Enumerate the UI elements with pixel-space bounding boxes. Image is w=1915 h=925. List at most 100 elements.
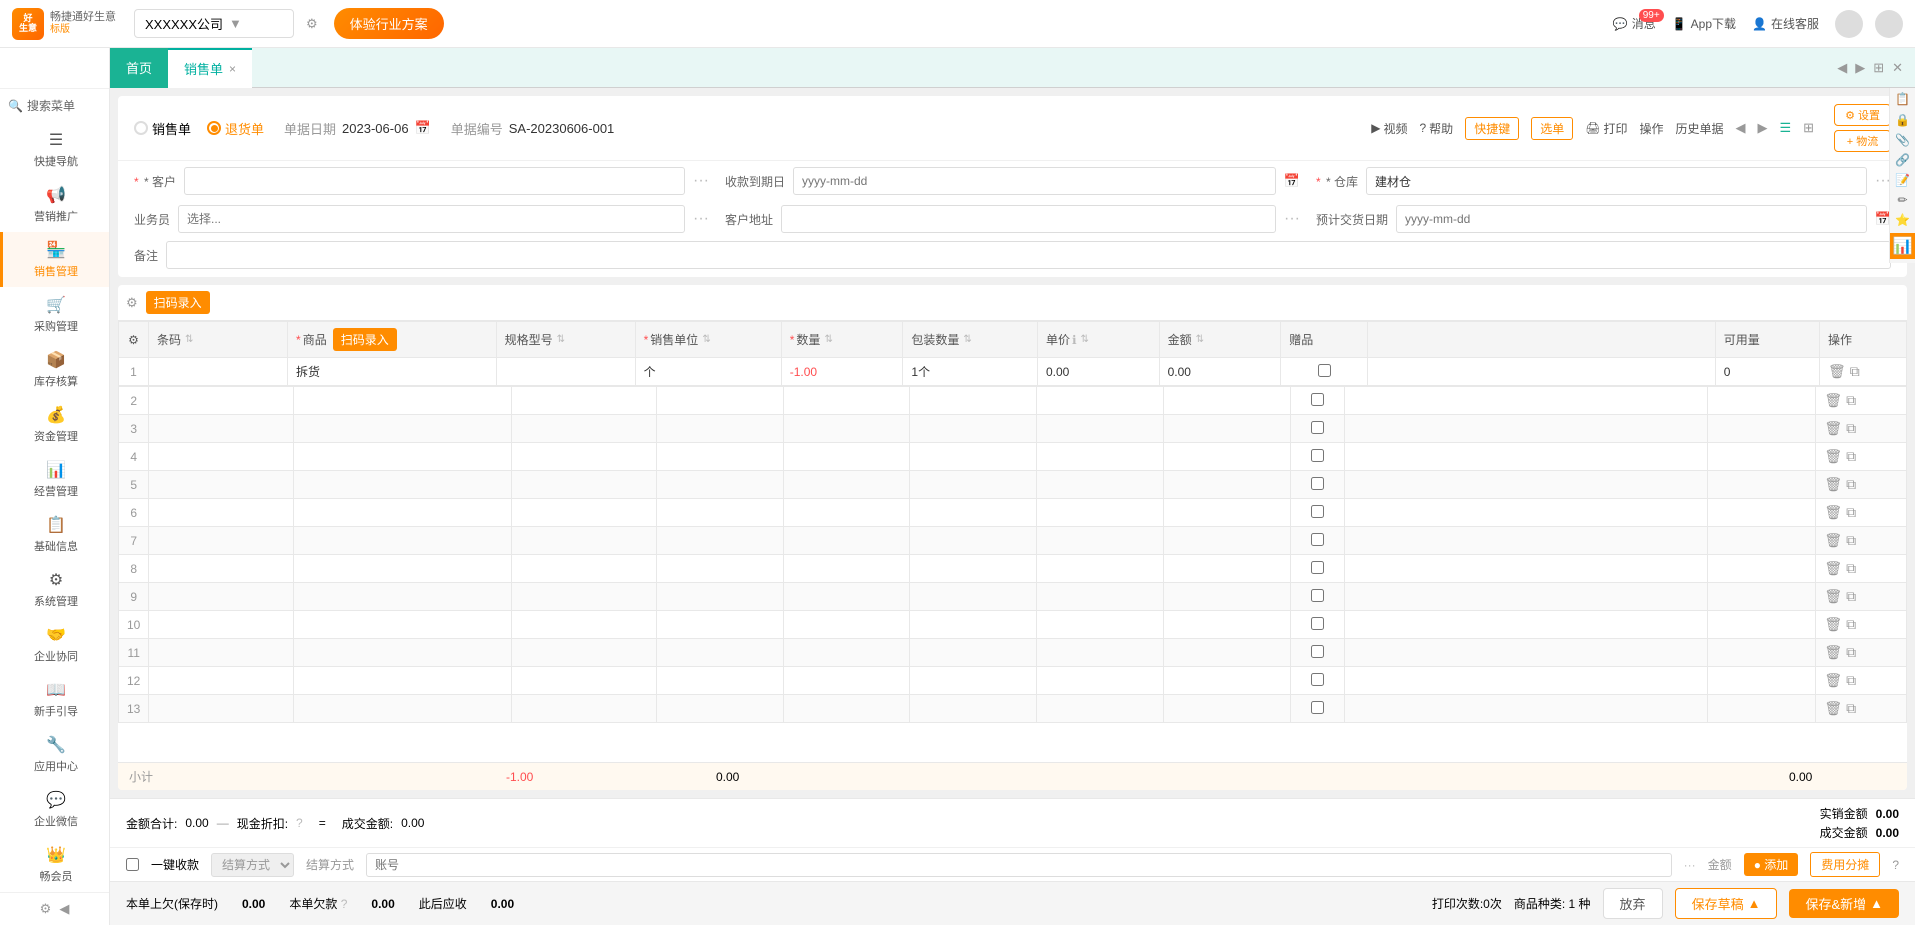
sidebar-search[interactable]: 🔍 搜索菜单 — [0, 89, 109, 122]
cell-pkg[interactable]: 1个 — [903, 358, 1038, 386]
copy-row-icon[interactable]: ⧉ — [1850, 363, 1860, 380]
table-settings-icon[interactable]: ⚙ — [126, 295, 138, 311]
cell-barcode[interactable] — [149, 695, 294, 723]
customer-address-input[interactable] — [781, 205, 1276, 233]
warehouse-input[interactable] — [1366, 167, 1867, 195]
cell-price[interactable] — [1037, 415, 1164, 443]
cell-product[interactable] — [294, 555, 511, 583]
cell-amount[interactable] — [1164, 527, 1291, 555]
cell-barcode[interactable] — [149, 415, 294, 443]
sidebar-item-quicknav[interactable]: ☰ 快捷导航 — [0, 122, 109, 177]
copy-row-icon[interactable]: ⧉ — [1846, 448, 1856, 465]
company-selector[interactable]: XXXXXX公司 ▼ — [134, 9, 294, 38]
address-more-icon[interactable]: ··· — [1284, 210, 1300, 228]
cell-price[interactable] — [1037, 527, 1164, 555]
delete-row-icon[interactable]: 🗑 — [1824, 700, 1842, 717]
sidebar-settings-icon[interactable]: ⚙ — [40, 901, 52, 917]
sidebar-item-inventory[interactable]: 📦 库存核算 — [0, 342, 109, 397]
column-settings-icon[interactable]: ⚙ — [128, 333, 139, 347]
cell-unit[interactable]: 个 — [635, 358, 781, 386]
cell-pkg[interactable] — [910, 471, 1037, 499]
cell-unit[interactable] — [656, 611, 783, 639]
cell-qty[interactable] — [783, 387, 910, 415]
cell-pkg[interactable] — [910, 499, 1037, 527]
cell-unit[interactable] — [656, 499, 783, 527]
cell-barcode[interactable] — [149, 471, 294, 499]
one-click-checkbox[interactable] — [126, 858, 139, 871]
delete-row-icon[interactable]: 🗑 — [1824, 476, 1842, 493]
sort-spec-icon[interactable]: ⇅ — [557, 334, 565, 345]
gift-checkbox[interactable] — [1311, 533, 1324, 546]
history-btn[interactable]: 历史单据 — [1675, 120, 1723, 137]
right-panel-icon-6[interactable]: ✏ — [1897, 193, 1907, 207]
cell-product[interactable] — [294, 583, 511, 611]
sort-amount-icon[interactable]: ⇅ — [1196, 334, 1204, 345]
cell-price[interactable]: 0.00 — [1037, 358, 1159, 386]
operations-btn[interactable]: 操作 — [1639, 120, 1663, 137]
discount-help-icon[interactable]: ? — [296, 816, 303, 830]
save-draft-button[interactable]: 保存草稿 ▲ — [1675, 888, 1778, 919]
sidebar-item-vip[interactable]: 👑 畅会员 — [0, 837, 109, 892]
cell-product[interactable] — [294, 639, 511, 667]
sidebar-item-operations[interactable]: 📊 经营管理 — [0, 452, 109, 507]
cell-pkg[interactable] — [910, 415, 1037, 443]
payment-due-input[interactable] — [793, 167, 1276, 195]
cell-qty[interactable] — [783, 555, 910, 583]
cell-gift[interactable] — [1290, 387, 1344, 415]
radio-sales-order[interactable]: 销售单 — [134, 119, 191, 138]
copy-row-icon[interactable]: ⧉ — [1846, 616, 1856, 633]
add-payment-button[interactable]: ● 添加 — [1744, 853, 1799, 876]
copy-row-icon[interactable]: ⧉ — [1846, 672, 1856, 689]
delete-row-icon[interactable]: 🗑 — [1824, 560, 1842, 577]
cell-amount[interactable]: 0.00 — [1159, 358, 1281, 386]
cell-amount[interactable] — [1164, 415, 1291, 443]
customer-input[interactable] — [184, 167, 685, 195]
cell-spec[interactable] — [511, 611, 656, 639]
cell-unit[interactable] — [656, 695, 783, 723]
cell-product[interactable] — [294, 471, 511, 499]
user-avatar-2[interactable] — [1875, 10, 1903, 38]
copy-row-icon[interactable]: ⧉ — [1846, 588, 1856, 605]
cell-price[interactable] — [1037, 387, 1164, 415]
cell-amount[interactable] — [1164, 443, 1291, 471]
calc-method-select[interactable]: 结算方式 — [211, 853, 294, 877]
cell-unit[interactable] — [656, 387, 783, 415]
sidebar-collapse-icon[interactable]: ◀ — [59, 901, 69, 917]
cell-pkg[interactable] — [910, 527, 1037, 555]
cell-pkg[interactable] — [910, 695, 1037, 723]
delete-row-icon[interactable]: 🗑 — [1824, 588, 1842, 605]
cell-qty[interactable] — [783, 695, 910, 723]
copy-row-icon[interactable]: ⧉ — [1846, 644, 1856, 661]
cell-product[interactable] — [294, 695, 511, 723]
cell-product[interactable] — [294, 611, 511, 639]
cell-amount[interactable] — [1164, 695, 1291, 723]
tab-next-icon[interactable]: ▶ — [1855, 60, 1865, 76]
right-panel-icon-3[interactable]: 📎 — [1895, 133, 1910, 147]
calendar-icon-payment[interactable]: 📅 — [1284, 173, 1300, 189]
right-panel-icon-4[interactable]: 🔗 — [1895, 153, 1910, 167]
copy-row-icon[interactable]: ⧉ — [1846, 532, 1856, 549]
salesperson-more-icon[interactable]: ··· — [693, 210, 709, 228]
message-icon[interactable]: 💬 消息 99+ — [1613, 15, 1656, 32]
cell-qty[interactable] — [783, 667, 910, 695]
right-panel-icon-2[interactable]: 🔒 — [1895, 113, 1910, 127]
gift-checkbox[interactable] — [1311, 421, 1324, 434]
close-all-icon[interactable]: ✕ — [1892, 60, 1903, 76]
cell-unit[interactable] — [656, 639, 783, 667]
cell-product[interactable]: 拆货 — [288, 358, 497, 386]
cell-qty[interactable] — [783, 639, 910, 667]
delete-row-icon[interactable]: 🗑 — [1824, 616, 1842, 633]
cell-barcode[interactable] — [149, 639, 294, 667]
copy-row-icon[interactable]: ⧉ — [1846, 476, 1856, 493]
select-btn[interactable]: 选单 — [1531, 117, 1573, 140]
sort-unit-icon[interactable]: ⇅ — [702, 334, 710, 345]
scan-in-header-button[interactable]: 扫码录入 — [333, 328, 397, 351]
tab-home[interactable]: 首页 — [110, 48, 168, 88]
gift-checkbox[interactable] — [1311, 449, 1324, 462]
sidebar-item-purchase[interactable]: 🛒 采购管理 — [0, 287, 109, 342]
sidebar-item-basic[interactable]: 📋 基础信息 — [0, 507, 109, 562]
delete-row-icon[interactable]: 🗑 — [1824, 448, 1842, 465]
cell-amount[interactable] — [1164, 555, 1291, 583]
cell-qty[interactable] — [783, 527, 910, 555]
delete-row-icon[interactable]: 🗑 — [1824, 532, 1842, 549]
